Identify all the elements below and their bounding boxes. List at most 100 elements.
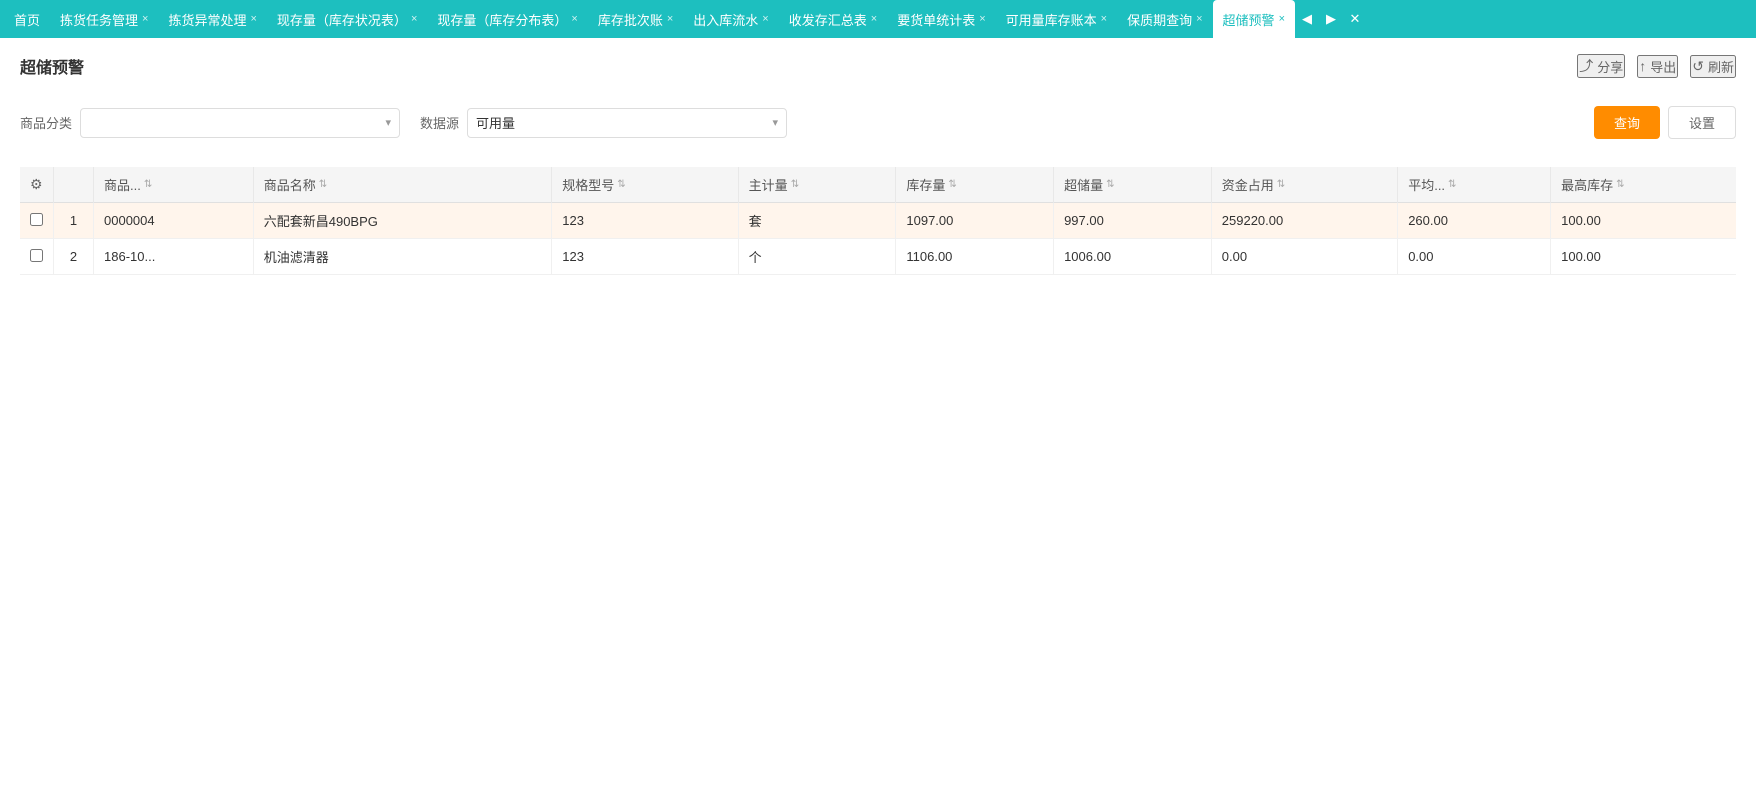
page-header: 超储预警 ⤴ 分享 ↑ 导出 ↺ 刷新 (20, 54, 1736, 78)
th-spec[interactable]: 规格型号 ⇅ (552, 167, 738, 203)
datasource-chevron-icon: ▾ (773, 116, 779, 129)
nav-close-collect[interactable]: × (871, 13, 877, 25)
row-checkbox-0[interactable] (30, 213, 43, 226)
nav-item-stock-dist[interactable]: 现存量（库存分布表） × (427, 0, 587, 38)
filter-row: 商品分类 ▾ 数据源 可用量 ▾ 查询 设置 (20, 94, 1736, 151)
sort-product-name[interactable]: 商品名称 ⇅ (264, 175, 327, 194)
nav-close-abnormal[interactable]: × (250, 13, 256, 25)
nav-close-task-mgmt[interactable]: × (142, 13, 148, 25)
datasource-filter: 数据源 可用量 ▾ (420, 108, 787, 138)
nav-item-stock-status[interactable]: 现存量（库存状况表） × (267, 0, 427, 38)
nav-arrow-left[interactable]: ◀ (1295, 0, 1319, 38)
th-capital[interactable]: 资金占用 ⇅ (1211, 167, 1397, 203)
nav-item-overstock[interactable]: 超储预警 × (1213, 0, 1295, 38)
row-max-stock: 100.00 (1551, 239, 1736, 275)
row-overstock-qty: 1006.00 (1054, 239, 1212, 275)
th-unit[interactable]: 主计量 ⇅ (738, 167, 896, 203)
row-checkbox-cell (20, 203, 54, 239)
nav-item-task-mgmt[interactable]: 拣货任务管理 × (50, 0, 158, 38)
nav-item-inout[interactable]: 出入库流水 × (683, 0, 778, 38)
th-overstock-qty[interactable]: 超储量 ⇅ (1054, 167, 1212, 203)
datasource-value: 可用量 (476, 113, 515, 132)
page-title: 超储预警 (20, 54, 84, 78)
datasource-select[interactable]: 可用量 ▾ (467, 108, 787, 138)
row-spec: 123 (552, 203, 738, 239)
row-unit: 套 (738, 203, 896, 239)
row-avg: 0.00 (1398, 239, 1551, 275)
nav-close-inout[interactable]: × (762, 13, 768, 25)
row-checkbox-1[interactable] (30, 249, 43, 262)
nav-close-expiry[interactable]: × (1196, 13, 1202, 25)
nav-arrow-close[interactable]: ✕ (1343, 0, 1367, 38)
row-checkbox-cell (20, 239, 54, 275)
sort-icon-spec: ⇅ (617, 179, 625, 190)
row-stock-qty: 1097.00 (896, 203, 1054, 239)
row-stock-qty: 1106.00 (896, 239, 1054, 275)
th-product-name[interactable]: 商品名称 ⇅ (253, 167, 552, 203)
row-capital: 0.00 (1211, 239, 1397, 275)
sort-avg[interactable]: 平均... ⇅ (1408, 175, 1456, 194)
sort-stock-qty[interactable]: 库存量 ⇅ (906, 175, 956, 194)
nav-close-overstock[interactable]: × (1279, 13, 1285, 25)
sort-unit[interactable]: 主计量 ⇅ (749, 175, 799, 194)
nav-item-order-stat[interactable]: 要货单统计表 × (887, 0, 995, 38)
th-num (54, 167, 94, 203)
sort-icon-product-name: ⇅ (319, 179, 327, 190)
nav-item-abnormal[interactable]: 拣货异常处理 × (158, 0, 266, 38)
refresh-icon: ↺ (1692, 58, 1704, 75)
nav-close-batch[interactable]: × (667, 13, 673, 25)
gear-icon[interactable]: ⚙ (30, 176, 43, 192)
sort-icon-avg: ⇅ (1448, 179, 1456, 190)
row-avg: 260.00 (1398, 203, 1551, 239)
category-filter: 商品分类 ▾ (20, 108, 400, 138)
nav-close-order-stat[interactable]: × (979, 13, 985, 25)
chevron-down-icon: ▾ (385, 116, 391, 129)
nav-item-batch[interactable]: 库存批次账 × (588, 0, 683, 38)
sort-product-code[interactable]: 商品... ⇅ (104, 175, 152, 194)
table-row: 2 186-10... 机油滤清器 123 个 1106.00 1006.00 … (20, 239, 1736, 275)
filter-buttons: 查询 设置 (1594, 106, 1736, 139)
row-max-stock: 100.00 (1551, 203, 1736, 239)
refresh-button[interactable]: ↺ 刷新 (1690, 55, 1736, 78)
export-button[interactable]: ↑ 导出 (1637, 55, 1678, 78)
th-max-stock[interactable]: 最高库存 ⇅ (1551, 167, 1736, 203)
row-num: 2 (54, 239, 94, 275)
th-stock-qty[interactable]: 库存量 ⇅ (896, 167, 1054, 203)
share-button[interactable]: ⤴ 分享 (1577, 54, 1625, 78)
row-product-name: 机油滤清器 (253, 239, 552, 275)
nav-item-expiry[interactable]: 保质期查询 × (1117, 0, 1212, 38)
header-actions: ⤴ 分享 ↑ 导出 ↺ 刷新 (1577, 54, 1736, 78)
th-avg[interactable]: 平均... ⇅ (1398, 167, 1551, 203)
setting-button[interactable]: 设置 (1668, 106, 1736, 139)
sort-overstock-qty[interactable]: 超储量 ⇅ (1064, 175, 1114, 194)
query-button[interactable]: 查询 (1594, 106, 1660, 139)
top-nav: 首页 拣货任务管理 × 拣货异常处理 × 现存量（库存状况表） × 现存量（库存… (0, 0, 1756, 38)
row-product-code: 186-10... (94, 239, 254, 275)
row-spec: 123 (552, 239, 738, 275)
page-content: 超储预警 ⤴ 分享 ↑ 导出 ↺ 刷新 商品分类 ▾ 数据源 (0, 38, 1756, 291)
category-label: 商品分类 (20, 113, 72, 132)
nav-arrow-right[interactable]: ▶ (1319, 0, 1343, 38)
share-icon: ⤴ (1579, 56, 1593, 76)
sort-capital[interactable]: 资金占用 ⇅ (1222, 175, 1285, 194)
category-select[interactable]: ▾ (80, 108, 400, 138)
sort-icon-product-code: ⇅ (144, 179, 152, 190)
nav-item-collect[interactable]: 收发存汇总表 × (779, 0, 887, 38)
sort-icon-capital: ⇅ (1277, 179, 1285, 190)
nav-item-home[interactable]: 首页 (4, 0, 50, 38)
sort-icon-unit: ⇅ (791, 179, 799, 190)
th-gear: ⚙ (20, 167, 54, 203)
nav-close-available[interactable]: × (1101, 13, 1107, 25)
th-product-code[interactable]: 商品... ⇅ (94, 167, 254, 203)
sort-max-stock[interactable]: 最高库存 ⇅ (1561, 175, 1624, 194)
nav-close-stock-dist[interactable]: × (571, 13, 577, 25)
sort-spec[interactable]: 规格型号 ⇅ (562, 175, 625, 194)
datasource-label: 数据源 (420, 113, 459, 132)
export-icon: ↑ (1639, 58, 1646, 74)
sort-icon-max-stock: ⇅ (1616, 179, 1624, 190)
table-header-row: ⚙ 商品... ⇅ 商品名称 ⇅ 规格型号 (20, 167, 1736, 203)
sort-icon-stock-qty: ⇅ (948, 179, 956, 190)
row-num: 1 (54, 203, 94, 239)
nav-item-available[interactable]: 可用量库存账本 × (996, 0, 1117, 38)
nav-close-stock-status[interactable]: × (411, 13, 417, 25)
